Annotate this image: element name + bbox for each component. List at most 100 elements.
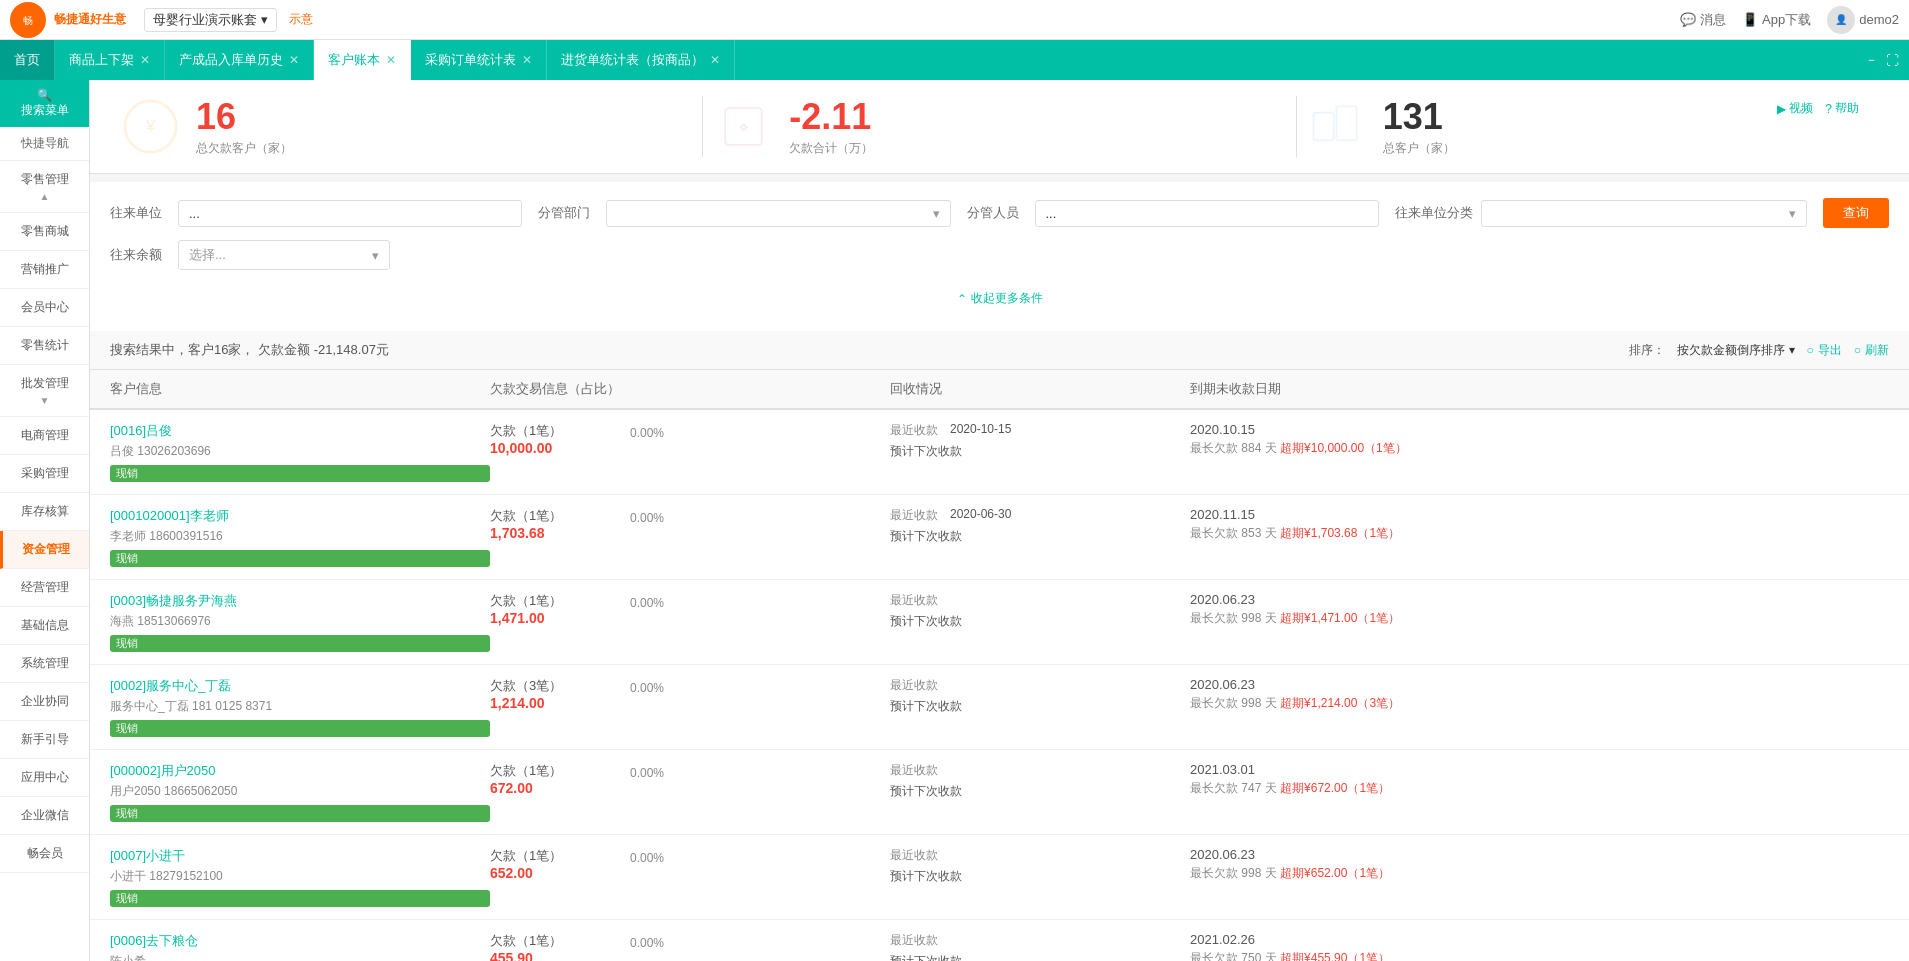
customer-name-1[interactable]: [0016]吕俊	[110, 422, 490, 440]
help-button[interactable]: ? 帮助	[1825, 100, 1859, 117]
sidebar-quick-nav[interactable]: 快捷导航	[0, 127, 89, 161]
filter-unit-input[interactable]: ...	[178, 200, 522, 227]
customer-name-3[interactable]: [0003]畅捷服务尹海燕	[110, 592, 490, 610]
refresh-button[interactable]: ○ 刷新	[1854, 342, 1889, 359]
debt-count-1: 欠款（1笔）	[490, 422, 610, 440]
stat-actions: ▶ 视频 ? 帮助	[1777, 96, 1859, 117]
total-customers-value: 131	[1383, 96, 1455, 138]
table-row: [0001020001]李老师 李老师 18600391516 现销 欠款（1笔…	[90, 495, 1909, 580]
sidebar-item-ecommerce[interactable]: 电商管理	[0, 417, 89, 455]
th-due-date: 到期未收款日期	[1190, 380, 1889, 398]
customer-tag-5: 现销	[110, 805, 490, 822]
overdue-info-7: 最长欠款 750 天 超期¥455.90（1笔）	[1190, 950, 1889, 961]
debt-pct-1: 0.00%	[630, 422, 664, 440]
sidebar-item-enterprise-wechat[interactable]: 企业微信	[0, 797, 89, 835]
sidebar-item-member-center[interactable]: 会员中心	[0, 289, 89, 327]
filter-person-input[interactable]: ...	[1035, 200, 1379, 227]
overdue-link-3[interactable]: 超期¥1,471.00（1笔）	[1280, 611, 1400, 625]
overdue-link-4[interactable]: 超期¥1,214.00（3笔）	[1280, 696, 1400, 710]
export-button[interactable]: ○ 导出	[1807, 342, 1842, 359]
tab-home[interactable]: 首页	[0, 40, 55, 80]
sidebar-item-inventory[interactable]: 库存核算	[0, 493, 89, 531]
debt-customers-label: 总欠款客户（家）	[196, 140, 292, 157]
debt-amount-3: 1,471.00	[490, 610, 610, 626]
filter-unit-class-label: 往来单位分类	[1395, 204, 1473, 222]
customer-name-2[interactable]: [0001020001]李老师	[110, 507, 490, 525]
debt-customers-value: 16	[196, 96, 292, 138]
filter-balance: 往来余额 选择... ▾	[110, 240, 390, 270]
tab-purchase-goods-stats[interactable]: 进货单统计表（按商品） ✕	[547, 40, 735, 80]
message-button[interactable]: 💬 消息	[1680, 11, 1726, 29]
search-button[interactable]: 查询	[1823, 198, 1889, 228]
due-date-info-5: 2021.03.01 最长欠款 747 天 超期¥672.00（1笔）	[1190, 762, 1889, 822]
store-selector[interactable]: 母婴行业演示账套 ▾	[144, 8, 277, 32]
customer-name-6[interactable]: [0007]小进干	[110, 847, 490, 865]
sidebar-item-chang-member[interactable]: 畅会员	[0, 835, 89, 873]
tab-purchase-goods-stats-close[interactable]: ✕	[710, 53, 720, 67]
minimize-icon[interactable]: －	[1865, 51, 1878, 69]
sidebar-item-wholesale[interactable]: 批发管理 ▼	[0, 365, 89, 417]
debt-customers-icon: ¥	[120, 97, 180, 157]
sidebar-item-retail-management[interactable]: 零售管理 ▲	[0, 161, 89, 213]
maximize-icon[interactable]: ⛶	[1886, 53, 1899, 68]
filter-balance-select[interactable]: 选择... ▾	[178, 240, 390, 270]
overdue-link-7[interactable]: 超期¥455.90（1笔）	[1280, 951, 1390, 961]
sidebar-item-guide[interactable]: 新手引导	[0, 721, 89, 759]
sidebar-item-system[interactable]: 系统管理	[0, 645, 89, 683]
filter-unit-class: 往来单位分类 ▾	[1395, 200, 1807, 227]
tab-purchase-stats-close[interactable]: ✕	[522, 53, 532, 67]
filter-dept-label: 分管部门	[538, 204, 598, 222]
sidebar-item-retail-stats[interactable]: 零售统计	[0, 327, 89, 365]
tab-customer-account-close[interactable]: ✕	[386, 53, 396, 67]
stat-info-debt-total: -2.11 欠款合计（万）	[789, 96, 873, 157]
result-actions: 排序： 按欠款金额倒序排序 ▾ ○ 导出 ○ 刷新	[1629, 342, 1890, 359]
overdue-link-5[interactable]: 超期¥672.00（1笔）	[1280, 781, 1390, 795]
filter-dept-select[interactable]: ▾	[606, 200, 950, 227]
sidebar-item-operations[interactable]: 经营管理	[0, 569, 89, 607]
overdue-link-1[interactable]: 超期¥10,000.00（1笔）	[1280, 441, 1407, 455]
sidebar-item-purchase[interactable]: 采购管理	[0, 455, 89, 493]
table-row: [000002]用户2050 用户2050 18665062050 现销 欠款（…	[90, 750, 1909, 835]
overdue-link-6[interactable]: 超期¥652.00（1笔）	[1280, 866, 1390, 880]
th-recovery: 回收情况	[890, 380, 1190, 398]
sidebar-item-basic-info[interactable]: 基础信息	[0, 607, 89, 645]
sidebar-item-finance[interactable]: 资金管理	[0, 531, 89, 569]
tab-purchase-stats[interactable]: 采购订单统计表 ✕	[411, 40, 547, 80]
recovery-info-2: 最近收款 2020-06-30 预计下次收款	[890, 507, 1190, 567]
filter-unit-class-select[interactable]: ▾	[1481, 200, 1807, 227]
customer-info-5: [000002]用户2050 用户2050 18665062050 现销	[110, 762, 490, 822]
stat-info-debt-customers: 16 总欠款客户（家）	[196, 96, 292, 157]
svg-text:⋄: ⋄	[739, 119, 748, 135]
sort-dropdown[interactable]: 按欠款金额倒序排序 ▾	[1677, 342, 1795, 359]
debt-count-7: 欠款（1笔）	[490, 932, 610, 950]
sidebar-toggle[interactable]: 示意	[289, 11, 313, 28]
collapse-button[interactable]: ⌃ 收起更多条件	[957, 290, 1043, 307]
recovery-info-3: 最近收款 预计下次收款	[890, 592, 1190, 652]
due-date-7: 2021.02.26	[1190, 932, 1889, 947]
recovery-info-4: 最近收款 预计下次收款	[890, 677, 1190, 737]
debt-total-icon: ⋄	[713, 97, 773, 157]
customer-name-5[interactable]: [000002]用户2050	[110, 762, 490, 780]
due-date-6: 2020.06.23	[1190, 847, 1889, 862]
sidebar-item-marketing[interactable]: 营销推广	[0, 251, 89, 289]
customer-name-4[interactable]: [0002]服务中心_丁磊	[110, 677, 490, 695]
recovery-info-5: 最近收款 预计下次收款	[890, 762, 1190, 822]
overdue-link-2[interactable]: 超期¥1,703.68（1笔）	[1280, 526, 1400, 540]
customer-name-7[interactable]: [0006]去下粮仓	[110, 932, 490, 950]
user-menu[interactable]: 👤 demo2	[1827, 6, 1899, 34]
sidebar-item-app-center[interactable]: 应用中心	[0, 759, 89, 797]
tab-customer-account-label: 客户账本	[328, 51, 380, 69]
tab-production-history-close[interactable]: ✕	[289, 53, 299, 67]
app-download-button[interactable]: 📱 App下载	[1742, 11, 1811, 29]
due-date-5: 2021.03.01	[1190, 762, 1889, 777]
tab-product-listing-close[interactable]: ✕	[140, 53, 150, 67]
video-button[interactable]: ▶ 视频	[1777, 100, 1813, 117]
svg-text:¥: ¥	[144, 117, 155, 135]
sidebar-item-retail-mall[interactable]: 零售商城	[0, 213, 89, 251]
tab-customer-account[interactable]: 客户账本 ✕	[314, 40, 411, 80]
customer-phone-2: 李老师 18600391516	[110, 528, 490, 545]
sidebar-item-enterprise-collab[interactable]: 企业协同	[0, 683, 89, 721]
tab-product-listing[interactable]: 商品上下架 ✕	[55, 40, 165, 80]
tab-production-history[interactable]: 产成品入库单历史 ✕	[165, 40, 314, 80]
sidebar-search[interactable]: 🔍 搜索菜单	[0, 80, 89, 127]
